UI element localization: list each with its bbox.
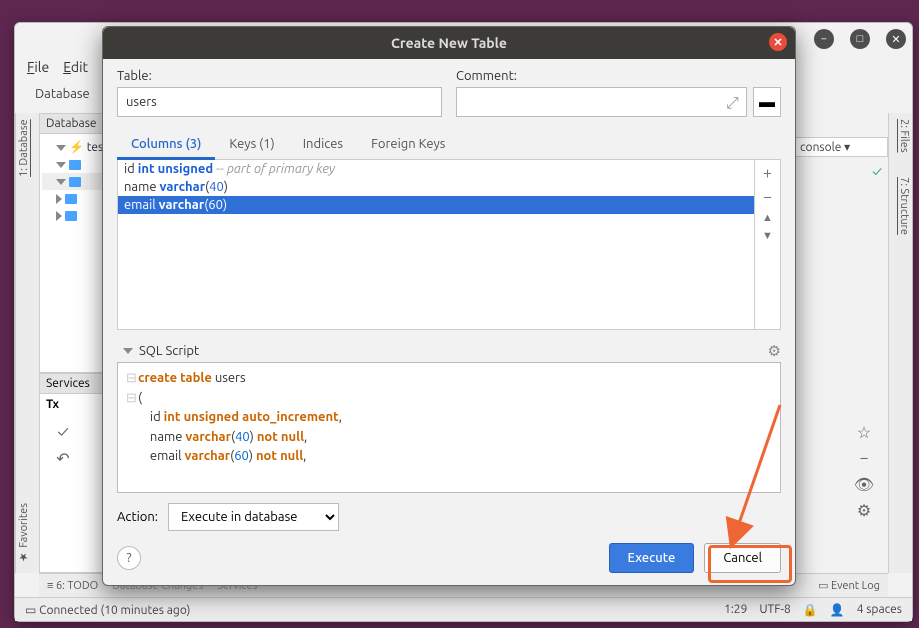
sql-gear-icon[interactable]: ⚙ <box>768 342 781 360</box>
left-strip-favorites-wrap: ★ Favorites <box>15 497 39 569</box>
columns-side-buttons: + − ▲ ▼ <box>754 160 780 329</box>
create-table-dialog: Create New Table ✕ Table: Comment: ⤢ ▬ C… <box>102 26 796 586</box>
gutter-revert-icon[interactable]: ↶ <box>52 449 74 467</box>
window-close-button[interactable]: ✕ <box>886 29 906 49</box>
comment-extra-button[interactable]: ▬ <box>753 87 781 117</box>
table-name-label: Table: <box>117 69 442 83</box>
tab-keys[interactable]: Keys (1) <box>215 131 288 159</box>
right-strip-structure[interactable]: 7: Structure <box>891 177 910 235</box>
window-minimize-button[interactable]: − <box>814 29 834 49</box>
dialog-title: Create New Table <box>391 35 507 51</box>
sql-script-label: SQL Script <box>139 344 199 358</box>
help-button[interactable]: ? <box>117 546 141 570</box>
window-controls: − □ ✕ <box>814 29 906 49</box>
column-row[interactable]: email varchar(60) <box>118 196 754 214</box>
gutter-gear-icon[interactable]: ⚙ <box>853 501 875 519</box>
menu-bar: File Edit <box>27 59 88 75</box>
left-gutter-icons: ✓ ↶ <box>39 423 87 467</box>
action-select[interactable]: Execute in database <box>168 503 339 531</box>
sql-script-header[interactable]: SQL Script ⚙ <box>117 340 781 362</box>
menu-edit[interactable]: Edit <box>63 59 88 75</box>
collapse-icon[interactable] <box>123 348 133 354</box>
window-maximize-button[interactable]: □ <box>850 29 870 49</box>
columns-area: id int unsigned -- part of primary keyna… <box>117 160 781 330</box>
column-move-up-button[interactable]: ▲ <box>762 212 773 224</box>
column-move-down-button[interactable]: ▼ <box>762 230 773 242</box>
tab-columns[interactable]: Columns (3) <box>117 131 215 160</box>
status-connection: ▭ Connected (10 minutes ago) <box>25 603 190 617</box>
column-remove-button[interactable]: − <box>763 188 772 206</box>
status-caret-position: 1:29 <box>724 603 747 616</box>
left-strip-favorites[interactable]: ★ Favorites <box>15 497 32 569</box>
tab-foreign-keys[interactable]: Foreign Keys <box>357 131 459 159</box>
inspector-icon[interactable]: 👤 <box>830 603 845 617</box>
dialog-tabs: Columns (3) Keys (1) Indices Foreign Key… <box>117 131 781 160</box>
action-row: Action: Execute in database <box>117 503 781 531</box>
status-indent[interactable]: 4 spaces <box>857 603 902 616</box>
dialog-titlebar: Create New Table ✕ <box>103 27 795 59</box>
comment-input[interactable]: ⤢ <box>456 87 747 117</box>
right-strip-files[interactable]: 2: Files <box>891 119 910 153</box>
menu-file[interactable]: File <box>27 59 49 75</box>
table-name-input[interactable] <box>117 87 442 117</box>
editor-tab-console[interactable]: console ▾ <box>793 137 888 157</box>
bottom-event-log[interactable]: ▭ Event Log <box>818 579 880 592</box>
tab-database[interactable]: Database <box>25 85 100 103</box>
tab-indices[interactable]: Indices <box>289 131 357 159</box>
action-label: Action: <box>117 510 158 524</box>
columns-list[interactable]: id int unsigned -- part of primary keyna… <box>118 160 754 329</box>
bottom-tab-todo[interactable]: ≡ 6: TODO <box>47 580 98 592</box>
dialog-close-button[interactable]: ✕ <box>769 33 787 51</box>
expand-icon[interactable]: ⤢ <box>726 94 740 108</box>
gutter-check-icon[interactable]: ✓ <box>52 423 74 441</box>
status-bar: ▭ Connected (10 minutes ago) 1:29 UTF-8 … <box>15 597 912 621</box>
status-encoding[interactable]: UTF-8 <box>759 603 790 616</box>
lock-icon: 🔒 <box>803 603 818 617</box>
left-strip-database[interactable]: 1: Database <box>18 119 37 177</box>
gutter-eye-icon[interactable]: 👁 <box>853 475 875 493</box>
right-tool-strip: 2: Files 7: Structure <box>888 113 912 573</box>
column-row[interactable]: name varchar(40) <box>118 178 754 196</box>
gutter-star-icon[interactable]: ☆ <box>853 423 875 441</box>
column-row[interactable]: id int unsigned -- part of primary key <box>118 160 754 178</box>
column-add-button[interactable]: + <box>763 164 772 182</box>
right-gutter-icons: ☆ − 👁 ⚙ <box>840 423 888 519</box>
console-status-icon: ✓ <box>872 163 882 179</box>
sql-script-editor[interactable]: ⊟create table users ⊟( id int unsigned a… <box>117 362 781 493</box>
gutter-minus-icon[interactable]: − <box>853 449 875 467</box>
comment-label: Comment: <box>456 69 781 83</box>
cancel-button[interactable]: Cancel <box>704 543 781 573</box>
execute-button[interactable]: Execute <box>609 543 695 573</box>
